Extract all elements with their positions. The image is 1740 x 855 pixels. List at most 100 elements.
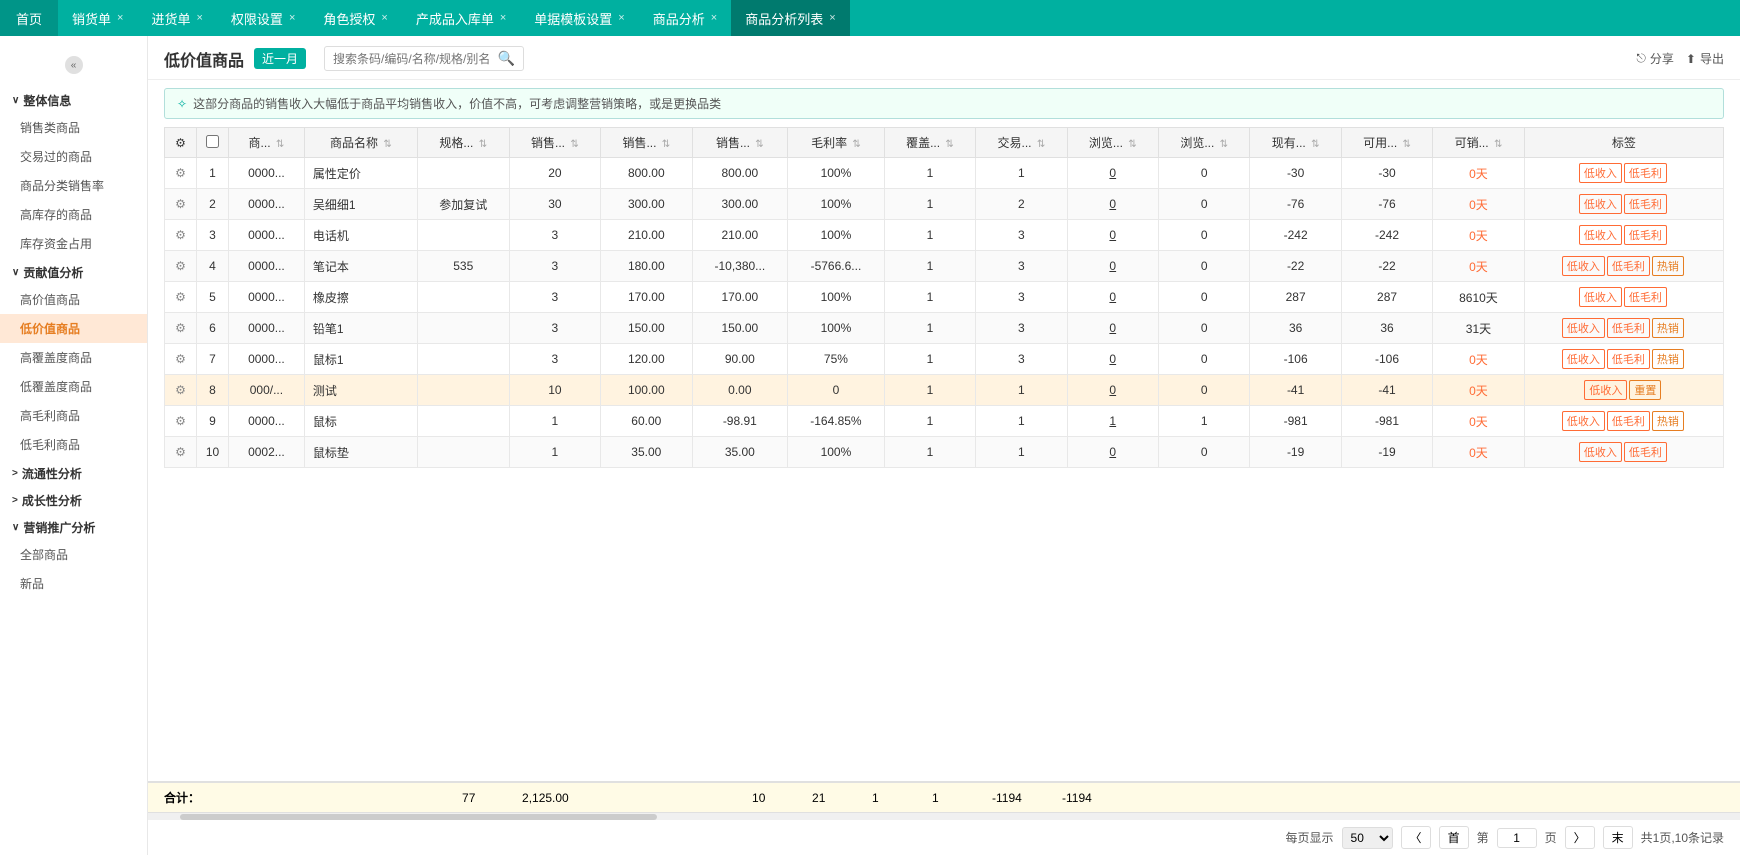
- row-col5: 1: [884, 313, 975, 344]
- th-browse1[interactable]: 浏览... ⇅: [1067, 128, 1158, 158]
- row-code: 0000...: [229, 406, 305, 437]
- row-col9: 36: [1250, 313, 1341, 344]
- last-page-btn[interactable]: 末: [1603, 826, 1633, 849]
- sidebar-collapse-btn[interactable]: «: [65, 56, 83, 74]
- close-icon[interactable]: ×: [196, 12, 202, 24]
- nav-analysis-list[interactable]: 商品分析列表 ×: [731, 0, 849, 36]
- th-tags[interactable]: 标签: [1524, 128, 1723, 158]
- sidebar-item-low-profit[interactable]: 低毛利商品: [0, 430, 147, 459]
- total-col5: 10: [752, 791, 812, 805]
- page-number-input[interactable]: [1497, 828, 1537, 848]
- first-page-btn[interactable]: 〈: [1401, 826, 1431, 849]
- row-col10: 287: [1341, 282, 1432, 313]
- close-icon[interactable]: ×: [618, 12, 624, 24]
- row-settings[interactable]: ⚙: [165, 220, 197, 251]
- row-settings[interactable]: ⚙: [165, 375, 197, 406]
- th-saleable[interactable]: 可销... ⇅: [1433, 128, 1524, 158]
- th-sales3[interactable]: 销售... ⇅: [692, 128, 788, 158]
- table-row: ⚙ 6 0000... 铅笔1 3 150.00 150.00 100% 1 3…: [165, 313, 1724, 344]
- select-all-checkbox[interactable]: [206, 135, 219, 148]
- sidebar-item-all-products[interactable]: 全部商品: [0, 540, 147, 569]
- row-num: 2: [197, 189, 229, 220]
- footer: 合计： 77 2,125.00 10 21 1 1 -1194: [148, 781, 1740, 855]
- row-settings[interactable]: ⚙: [165, 189, 197, 220]
- sidebar-item-traded[interactable]: 交易过的商品: [0, 142, 147, 171]
- close-icon[interactable]: ×: [289, 12, 295, 24]
- nav-sales[interactable]: 销货单 ×: [58, 0, 137, 36]
- th-settings[interactable]: ⚙: [165, 128, 197, 158]
- th-code[interactable]: 商... ⇅: [229, 128, 305, 158]
- row-col2: 180.00: [601, 251, 692, 282]
- row-settings[interactable]: ⚙: [165, 437, 197, 468]
- sidebar-group-overall[interactable]: ∨整体信息: [0, 86, 147, 113]
- sidebar-item-high-coverage[interactable]: 高覆盖度商品: [0, 343, 147, 372]
- row-settings[interactable]: ⚙: [165, 406, 197, 437]
- close-icon[interactable]: ×: [117, 12, 123, 24]
- search-input[interactable]: [333, 52, 498, 66]
- per-page-select[interactable]: 50 100 200: [1342, 827, 1393, 849]
- th-checkbox[interactable]: [197, 128, 229, 158]
- time-filter-btn[interactable]: 近一月: [254, 48, 306, 69]
- nav-analysis[interactable]: 商品分析 ×: [639, 0, 731, 36]
- prev-page-btn[interactable]: 首: [1439, 826, 1469, 849]
- close-icon[interactable]: ×: [500, 12, 506, 24]
- share-btn[interactable]: ⎋ 分享: [1636, 50, 1674, 67]
- sidebar-item-low-coverage[interactable]: 低覆盖度商品: [0, 372, 147, 401]
- th-sales1[interactable]: 销售... ⇅: [509, 128, 600, 158]
- sidebar-item-sales-products[interactable]: 销售类商品: [0, 113, 147, 142]
- nav-permission[interactable]: 权限设置 ×: [217, 0, 309, 36]
- sidebar-group-growth[interactable]: >成长性分析: [0, 486, 147, 513]
- th-current-stock[interactable]: 现有... ⇅: [1250, 128, 1341, 158]
- th-browse2[interactable]: 浏览... ⇅: [1158, 128, 1249, 158]
- table-container[interactable]: ⚙ 商... ⇅ 商品名称 ⇅ 规格... ⇅ 销售... ⇅ 销售... ⇅ …: [148, 127, 1740, 781]
- row-days: 0天: [1433, 375, 1524, 406]
- horizontal-scrollbar[interactable]: [148, 812, 1740, 820]
- page-label: 第: [1477, 829, 1489, 846]
- close-icon[interactable]: ×: [829, 12, 835, 24]
- sidebar-item-category-rate[interactable]: 商品分类销售率: [0, 171, 147, 200]
- row-settings[interactable]: ⚙: [165, 251, 197, 282]
- sidebar-group-contribution[interactable]: ∨贡献值分析: [0, 258, 147, 285]
- row-tags: 低收入低毛利: [1524, 437, 1723, 468]
- row-settings[interactable]: ⚙: [165, 344, 197, 375]
- nav-home[interactable]: 首页: [0, 0, 58, 36]
- th-available[interactable]: 可用... ⇅: [1341, 128, 1432, 158]
- sidebar-item-low-value[interactable]: 低价值商品: [0, 314, 147, 343]
- nav-stock[interactable]: 产成品入库单 ×: [402, 0, 520, 36]
- close-icon[interactable]: ×: [381, 12, 387, 24]
- row-num: 1: [197, 158, 229, 189]
- row-col6: 3: [976, 313, 1067, 344]
- row-settings[interactable]: ⚙: [165, 313, 197, 344]
- th-spec[interactable]: 规格... ⇅: [417, 128, 509, 158]
- export-btn[interactable]: ⬆ 导出: [1686, 50, 1724, 67]
- sidebar-item-high-profit[interactable]: 高毛利商品: [0, 401, 147, 430]
- chevron-right-icon: >: [12, 468, 18, 479]
- info-icon: ✧: [177, 97, 187, 111]
- next-page-btn[interactable]: 〉: [1565, 826, 1595, 849]
- row-col3: 35.00: [692, 437, 788, 468]
- sidebar-item-high-value[interactable]: 高价值商品: [0, 285, 147, 314]
- row-days: 0天: [1433, 220, 1524, 251]
- sidebar-item-capital[interactable]: 库存资金占用: [0, 229, 147, 258]
- sidebar-group-flow[interactable]: >流通性分析: [0, 459, 147, 486]
- row-col7: 0: [1067, 437, 1158, 468]
- nav-purchase[interactable]: 进货单 ×: [137, 0, 216, 36]
- sidebar-item-new-products[interactable]: 新品: [0, 569, 147, 598]
- search-icon[interactable]: 🔍: [498, 50, 515, 67]
- nav-role[interactable]: 角色授权 ×: [309, 0, 401, 36]
- row-settings[interactable]: ⚙: [165, 158, 197, 189]
- row-code: 0002...: [229, 437, 305, 468]
- th-trade[interactable]: 交易... ⇅: [976, 128, 1067, 158]
- nav-template[interactable]: 单据模板设置 ×: [520, 0, 638, 36]
- th-name[interactable]: 商品名称 ⇅: [304, 128, 417, 158]
- th-coverage[interactable]: 覆盖... ⇅: [884, 128, 975, 158]
- sidebar-group-marketing[interactable]: ∨营销推广分析: [0, 513, 147, 540]
- th-sales2[interactable]: 销售... ⇅: [601, 128, 692, 158]
- close-icon[interactable]: ×: [711, 12, 717, 24]
- sidebar-item-high-stock[interactable]: 高库存的商品: [0, 200, 147, 229]
- row-settings[interactable]: ⚙: [165, 282, 197, 313]
- row-tags: 低收入低毛利热销: [1524, 313, 1723, 344]
- row-col1: 3: [509, 251, 600, 282]
- row-num: 8: [197, 375, 229, 406]
- th-profit-rate[interactable]: 毛利率 ⇅: [788, 128, 885, 158]
